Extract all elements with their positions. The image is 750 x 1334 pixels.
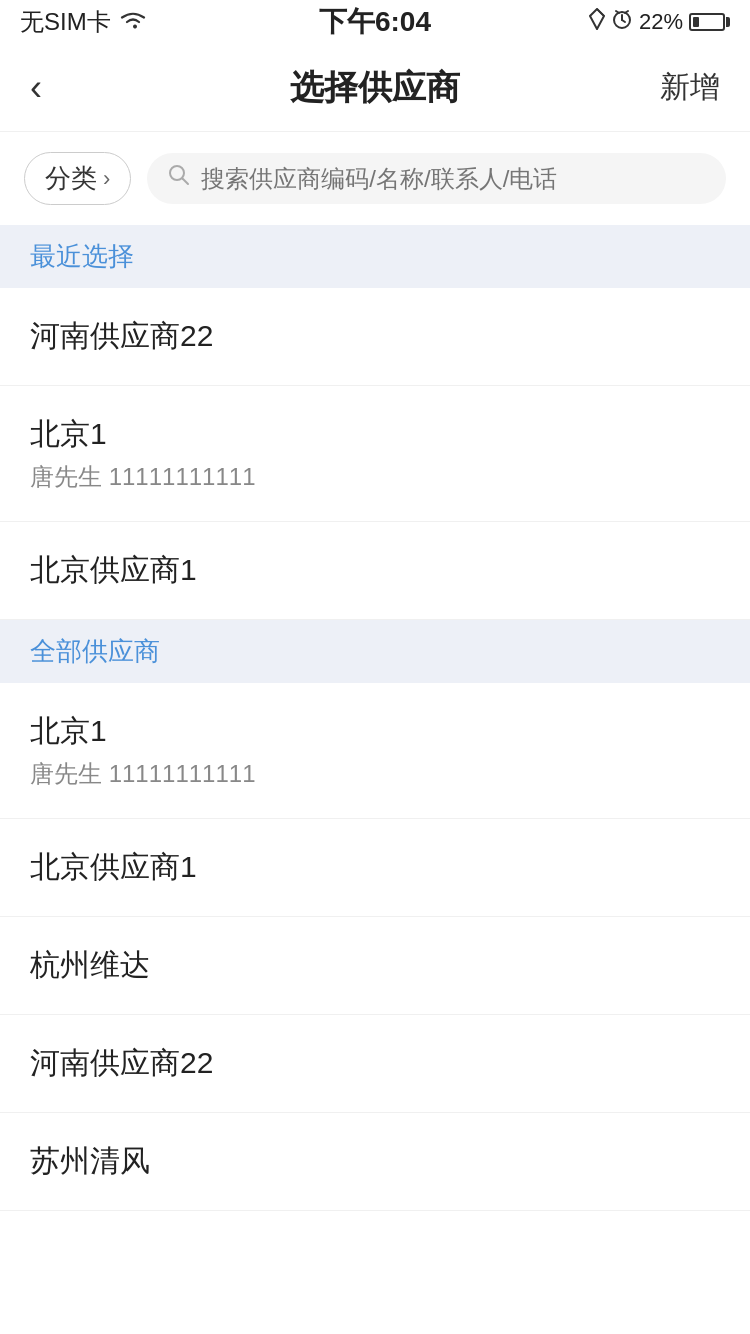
chevron-right-icon: › — [103, 166, 110, 192]
recent-items-list: 河南供应商22 北京1 唐先生 11111111111 北京供应商1 — [0, 288, 750, 620]
status-left: 无SIM卡 — [20, 6, 147, 38]
status-right: 22% — [589, 8, 730, 36]
item-name: 北京供应商1 — [30, 847, 720, 888]
search-icon — [167, 163, 191, 194]
page-title: 选择供应商 — [90, 65, 660, 111]
item-name: 北京供应商1 — [30, 550, 720, 591]
list-item[interactable]: 河南供应商22 — [0, 1015, 750, 1113]
alarm-icon — [611, 8, 633, 36]
svg-line-4 — [625, 11, 628, 13]
item-sub: 唐先生 11111111111 — [30, 758, 720, 790]
search-box — [147, 153, 726, 204]
all-section-label: 全部供应商 — [30, 636, 160, 666]
list-item[interactable]: 杭州维达 — [0, 917, 750, 1015]
category-button[interactable]: 分类 › — [24, 152, 131, 205]
carrier-label: 无SIM卡 — [20, 6, 111, 38]
back-button[interactable]: ‹ — [30, 67, 90, 109]
item-name: 苏州清风 — [30, 1141, 720, 1182]
wifi-icon — [119, 8, 147, 36]
search-input[interactable] — [201, 165, 706, 193]
recent-section-label: 最近选择 — [30, 241, 134, 271]
all-items-list: 北京1 唐先生 11111111111 北京供应商1 杭州维达 河南供应商22 … — [0, 683, 750, 1211]
svg-line-2 — [622, 20, 625, 22]
status-time: 下午6:04 — [319, 3, 431, 41]
item-name: 北京1 — [30, 711, 720, 752]
item-sub: 唐先生 11111111111 — [30, 461, 720, 493]
list-item[interactable]: 北京供应商1 — [0, 522, 750, 620]
battery-percentage: 22% — [639, 9, 683, 35]
list-item[interactable]: 北京1 唐先生 11111111111 — [0, 386, 750, 522]
battery-icon — [689, 13, 730, 31]
filter-bar: 分类 › — [0, 132, 750, 225]
item-name: 河南供应商22 — [30, 1043, 720, 1084]
list-item[interactable]: 北京供应商1 — [0, 819, 750, 917]
list-item[interactable]: 河南供应商22 — [0, 288, 750, 386]
nav-bar: ‹ 选择供应商 新增 — [0, 44, 750, 132]
category-label: 分类 — [45, 161, 97, 196]
item-name: 河南供应商22 — [30, 316, 720, 357]
item-name: 北京1 — [30, 414, 720, 455]
add-button[interactable]: 新增 — [660, 67, 720, 108]
svg-line-6 — [183, 179, 189, 185]
all-section-header: 全部供应商 — [0, 620, 750, 683]
recent-section-header: 最近选择 — [0, 225, 750, 288]
svg-line-3 — [616, 11, 619, 13]
item-name: 杭州维达 — [30, 945, 720, 986]
list-item[interactable]: 北京1 唐先生 11111111111 — [0, 683, 750, 819]
status-bar: 无SIM卡 下午6:04 22% — [0, 0, 750, 44]
list-item[interactable]: 苏州清风 — [0, 1113, 750, 1211]
location-icon — [589, 8, 605, 36]
